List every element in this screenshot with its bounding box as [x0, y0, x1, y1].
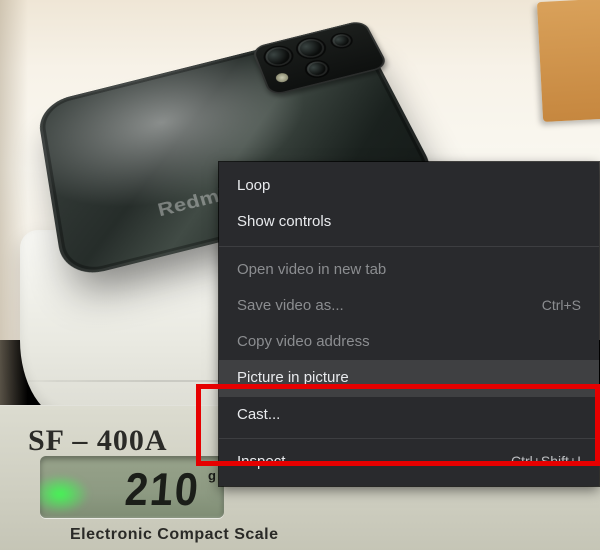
- scale-lcd: 210 g: [40, 456, 224, 518]
- menu-item-label: Cast...: [237, 405, 280, 425]
- scale-tagline: Electronic Compact Scale: [70, 526, 279, 544]
- camera-lens-icon: [330, 33, 353, 49]
- menu-item-label: Copy video address: [237, 332, 370, 352]
- menu-item-open-new-tab: Open video in new tab: [219, 252, 599, 288]
- menu-item-cast[interactable]: Cast...: [219, 397, 599, 433]
- menu-item-label: Picture in picture: [237, 368, 349, 388]
- menu-item-label: Show controls: [237, 212, 331, 232]
- menu-separator: [219, 438, 599, 439]
- video-context-menu: Loop Show controls Open video in new tab…: [219, 162, 599, 486]
- scale-weight-unit: g: [208, 468, 216, 483]
- screenshot-viewport: Redmi SF – 400A 210 g Electronic Compact…: [0, 0, 600, 550]
- menu-item-label: Open video in new tab: [237, 260, 386, 280]
- scale-weight-value: 210: [123, 462, 202, 516]
- camera-lens-icon: [304, 59, 330, 78]
- camera-lens-icon: [262, 45, 294, 69]
- menu-item-label: Save video as...: [237, 296, 344, 316]
- lcd-backlight-glow: [40, 474, 90, 514]
- menu-separator: [219, 246, 599, 247]
- menu-item-copy-video-address: Copy video address: [219, 324, 599, 360]
- camera-flash-icon: [274, 72, 289, 83]
- menu-item-shortcut: Ctrl+S: [542, 296, 581, 315]
- camera-lens-icon: [295, 37, 328, 61]
- scale-model-label: SF – 400A: [28, 424, 168, 458]
- menu-item-shortcut: Ctrl+Shift+I: [511, 452, 581, 471]
- menu-item-show-controls[interactable]: Show controls: [219, 204, 599, 240]
- menu-item-save-video-as: Save video as... Ctrl+S: [219, 288, 599, 324]
- menu-item-inspect[interactable]: Inspect Ctrl+Shift+I: [219, 444, 599, 480]
- menu-item-label: Inspect: [237, 452, 285, 472]
- menu-item-label: Loop: [237, 176, 270, 196]
- menu-item-picture-in-picture[interactable]: Picture in picture: [219, 360, 599, 396]
- video-background-box: [537, 0, 600, 122]
- menu-item-loop[interactable]: Loop: [219, 168, 599, 204]
